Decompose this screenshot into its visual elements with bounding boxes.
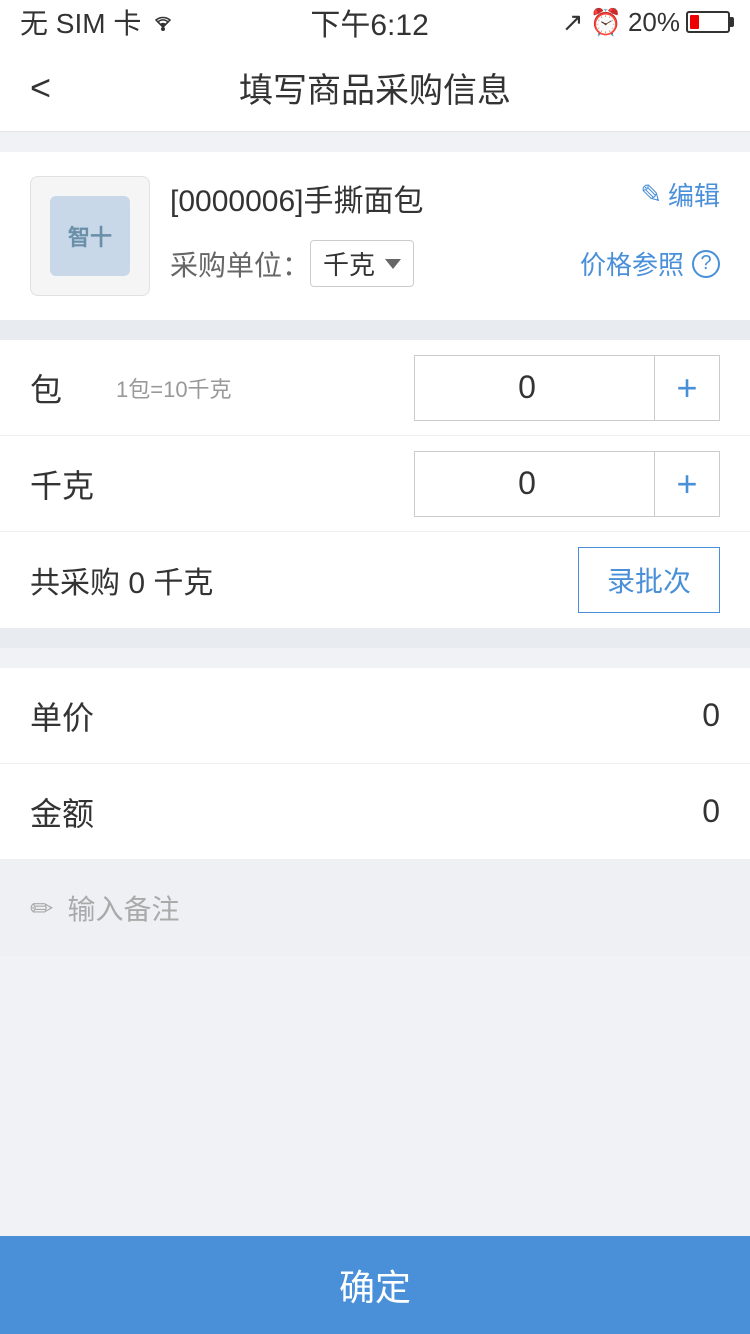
status-right: ↗ ⏰ 20%	[562, 7, 730, 38]
kg-input-row: 千克 +	[0, 436, 750, 532]
unit-label: 采购单位：	[170, 244, 310, 284]
help-icon: ?	[692, 250, 720, 278]
remark-placeholder: 输入备注	[67, 888, 179, 928]
product-image: 智十	[30, 176, 150, 296]
edit-label: 编辑	[668, 176, 720, 213]
unit-value: 千克	[323, 245, 375, 282]
price-ref-button[interactable]: 价格参照 ?	[580, 245, 720, 282]
amount-row: 金额 0	[0, 764, 750, 860]
price-info-section: 单价 0 金额 0	[0, 668, 750, 860]
battery-percent: 20%	[628, 7, 680, 38]
bag-sub-label: 1包=10千克	[116, 372, 232, 404]
location-icon: ↗	[562, 7, 584, 38]
summary-text: 共采购 0 千克	[30, 558, 213, 602]
battery-icon	[686, 11, 730, 33]
bag-plus-button[interactable]: +	[654, 355, 720, 421]
product-card: 智十 [0000006]手撕面包 ✎ 编辑 采购单位： 千克 价格参照 ?	[0, 152, 750, 320]
pencil-icon: ✏	[30, 892, 53, 925]
section-divider-2	[0, 628, 750, 648]
edit-icon: ✎	[640, 179, 662, 210]
nav-bar: < 填写商品采购信息	[0, 44, 750, 132]
amount-label: 金额	[30, 789, 94, 835]
status-time: 下午6:12	[310, 0, 428, 44]
summary-unit: 千克	[153, 567, 213, 600]
kg-label: 千克	[30, 461, 110, 507]
back-button[interactable]: <	[30, 67, 90, 109]
bag-label: 包	[30, 365, 110, 411]
product-header: [0000006]手撕面包 ✎ 编辑	[170, 176, 720, 220]
product-info: [0000006]手撕面包 ✎ 编辑 采购单位： 千克 价格参照 ?	[170, 176, 720, 287]
product-unit-row: 采购单位： 千克 价格参照 ?	[170, 240, 720, 287]
product-logo: 智十	[50, 196, 130, 276]
section-divider-1	[0, 320, 750, 340]
unit-price-value: 0	[702, 697, 720, 734]
bag-input-row: 包 1包=10千克 +	[0, 340, 750, 436]
unit-price-row: 单价 0	[0, 668, 750, 764]
kg-input[interactable]	[414, 451, 654, 517]
summary-row: 共采购 0 千克 录批次	[0, 532, 750, 628]
kg-input-group: +	[414, 451, 720, 517]
bag-input-group: +	[414, 355, 720, 421]
status-bar: 无 SIM 卡 下午6:12 ↗ ⏰ 20%	[0, 0, 750, 44]
amount-value: 0	[702, 793, 720, 830]
bag-input[interactable]	[414, 355, 654, 421]
unit-selector-group: 采购单位： 千克	[170, 240, 414, 287]
batch-button[interactable]: 录批次	[578, 547, 720, 613]
summary-amount: 0	[128, 567, 145, 600]
chevron-down-icon	[385, 259, 401, 269]
edit-button[interactable]: ✎ 编辑	[640, 176, 720, 213]
carrier-text: 无 SIM 卡	[20, 2, 141, 42]
confirm-button[interactable]: 确定	[0, 1236, 750, 1334]
kg-plus-button[interactable]: +	[654, 451, 720, 517]
unit-price-label: 单价	[30, 693, 94, 739]
wifi-icon	[149, 6, 177, 38]
price-ref-label: 价格参照	[580, 245, 684, 282]
page-title: 填写商品采购信息	[90, 63, 660, 112]
remark-section[interactable]: ✏ 输入备注	[0, 860, 750, 956]
input-section: 包 1包=10千克 + 千克 +	[0, 340, 750, 532]
product-name: [0000006]手撕面包	[170, 176, 423, 220]
status-left: 无 SIM 卡	[20, 2, 177, 42]
unit-select[interactable]: 千克	[310, 240, 414, 287]
alarm-icon: ⏰	[590, 7, 622, 38]
